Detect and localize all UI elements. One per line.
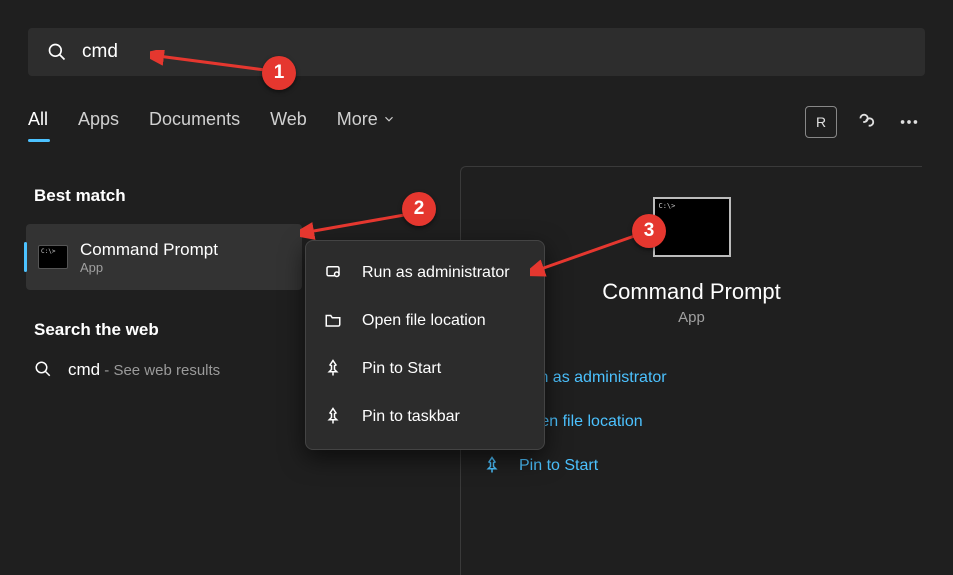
tab-more-label: More — [337, 109, 378, 130]
ctx-run-admin[interactable]: Run as administrator — [306, 249, 544, 297]
more-horizontal-icon — [898, 111, 920, 133]
command-prompt-icon: C:\> — [38, 245, 68, 269]
pin-icon — [483, 456, 503, 476]
context-menu: Run as administrator Open file location … — [305, 240, 545, 450]
shield-icon — [324, 263, 344, 283]
search-input[interactable] — [82, 41, 907, 63]
detail-action-pin-start[interactable]: Pin to Start — [483, 444, 922, 488]
pin-icon — [324, 359, 344, 379]
detail-action-run-admin[interactable]: Run as administrator — [483, 356, 922, 400]
search-icon — [34, 360, 54, 380]
web-result-item[interactable]: cmd - See web results — [34, 360, 220, 380]
ctx-item-label: Run as administrator — [362, 264, 510, 282]
result-subtitle: App — [80, 260, 218, 275]
chat-button[interactable] — [849, 106, 881, 138]
tab-all[interactable]: All — [28, 109, 48, 136]
detail-action-open-location[interactable]: Open file location — [483, 400, 922, 444]
annotation-badge-3: 3 — [632, 214, 666, 248]
ctx-open-location[interactable]: Open file location — [306, 297, 544, 345]
chevron-down-icon — [382, 112, 396, 126]
folder-icon — [324, 311, 344, 331]
tab-apps[interactable]: Apps — [78, 109, 119, 136]
pin-icon — [324, 407, 344, 427]
best-match-result[interactable]: C:\> Command Prompt App — [26, 224, 302, 290]
search-icon — [46, 41, 68, 63]
annotation-badge-2: 2 — [402, 192, 436, 226]
best-match-heading: Best match — [34, 186, 126, 206]
search-bar[interactable] — [28, 28, 925, 76]
ctx-item-label: Pin to Start — [362, 360, 441, 378]
chat-icon — [854, 111, 876, 133]
web-result-suffix: - See web results — [100, 362, 220, 379]
search-filter-tabs: All Apps Documents Web More R — [28, 102, 925, 142]
tab-more[interactable]: More — [337, 109, 396, 136]
tab-web[interactable]: Web — [270, 109, 307, 136]
ctx-item-label: Open file location — [362, 312, 486, 330]
ctx-item-label: Pin to taskbar — [362, 408, 460, 426]
web-result-query: cmd — [68, 360, 100, 379]
ctx-pin-taskbar[interactable]: Pin to taskbar — [306, 393, 544, 441]
ctx-pin-start[interactable]: Pin to Start — [306, 345, 544, 393]
account-button[interactable]: R — [805, 106, 837, 138]
more-button[interactable] — [893, 106, 925, 138]
tab-documents[interactable]: Documents — [149, 109, 240, 136]
detail-action-label: Pin to Start — [519, 457, 598, 475]
annotation-badge-1: 1 — [262, 56, 296, 90]
result-title: Command Prompt — [80, 240, 218, 260]
search-web-heading: Search the web — [34, 320, 159, 340]
